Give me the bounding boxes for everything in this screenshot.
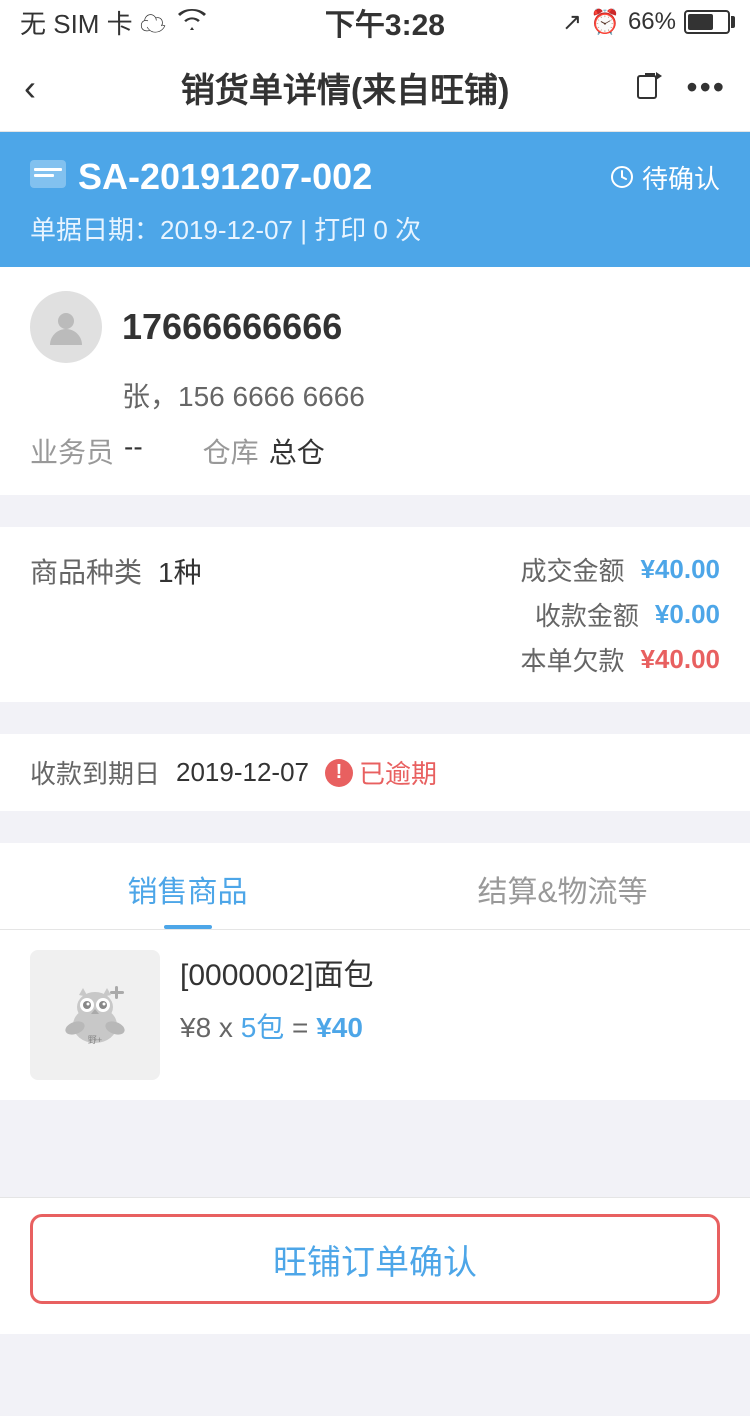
wifi-icon: [176, 7, 208, 38]
product-types-value: 1种: [158, 551, 202, 591]
svg-text:野+: 野+: [88, 1035, 102, 1045]
overdue-text: 已逾期: [359, 754, 437, 791]
product-total: ¥40: [316, 1012, 363, 1043]
customer-meta: 业务员 -- 仓库 总仓: [30, 431, 720, 471]
customer-card: 17666666666 张，156 6666 6666 业务员 -- 仓库 总仓: [0, 267, 750, 495]
battery-icon: [684, 10, 730, 34]
balance-due-label: 本单欠款: [520, 641, 624, 678]
overdue-badge: ! 已逾期: [325, 754, 437, 791]
order-header: SA-20191207-002 待确认 单据日期：2019-12-07 | 打印…: [0, 132, 750, 267]
separator-3: [0, 827, 750, 843]
bottom-bar: 旺铺订单确认: [0, 1197, 750, 1334]
summary-card: 商品种类 1种 成交金额 ¥40.00 收款金额 ¥0.00 本单欠款 ¥40.…: [0, 527, 750, 702]
equals: =: [284, 1012, 316, 1043]
order-icon: [30, 158, 66, 197]
nav-bar: ‹ 销货单详情(来自旺铺) •••: [0, 44, 750, 132]
sales-rep-value: --: [124, 431, 143, 471]
due-date-card: 收款到期日 2019-12-07 ! 已逾期: [0, 734, 750, 811]
product-list: 野+ [0000002]面包 ¥8 x 5包 = ¥40: [0, 930, 750, 1100]
product-thumbnail: 野+: [30, 950, 160, 1080]
more-icon[interactable]: •••: [686, 69, 726, 106]
page-title: 销货单详情(来自旺铺): [56, 63, 634, 112]
back-button[interactable]: ‹: [24, 67, 36, 109]
due-date-label: 收款到期日: [30, 754, 160, 791]
battery-percent: 66%: [628, 8, 676, 36]
status-bar: 无 SIM 卡 ☁ 下午3:28 ↗ ⏰ 66%: [0, 0, 750, 44]
product-name: [0000002]面包: [180, 950, 720, 994]
payment-amount-value: ¥0.00: [655, 599, 720, 630]
status-left: 无 SIM 卡 ☁: [20, 4, 208, 41]
order-id: SA-20191207-002: [30, 156, 372, 198]
tab-settlement[interactable]: 结算&物流等: [375, 843, 750, 929]
nav-actions: •••: [634, 68, 726, 107]
status-time: 下午3:28: [325, 0, 445, 44]
warehouse-value: 总仓: [269, 431, 325, 471]
separator-2: [0, 718, 750, 734]
customer-name: 张，156 6666 6666: [122, 375, 720, 415]
tabs: 销售商品 结算&物流等: [0, 843, 750, 930]
warehouse-label: 仓库: [203, 431, 259, 471]
sales-rep-label: 业务员: [30, 431, 114, 471]
tab-underline: [164, 925, 212, 929]
balance-due-value: ¥40.00: [640, 644, 720, 675]
transaction-amount-value: ¥40.00: [640, 554, 720, 585]
location-icon: ↗: [562, 8, 582, 37]
payment-amount-label: 收款金额: [535, 596, 639, 633]
confirm-order-button[interactable]: 旺铺订单确认: [30, 1214, 720, 1304]
product-qty: 5包: [241, 1012, 285, 1043]
customer-phone: 17666666666: [122, 306, 342, 348]
separator-1: [0, 511, 750, 527]
order-status: 待确认: [610, 159, 720, 196]
tab-sales-products[interactable]: 销售商品: [0, 843, 375, 929]
product-item: 野+ [0000002]面包 ¥8 x 5包 = ¥40: [30, 950, 720, 1080]
product-info: [0000002]面包 ¥8 x 5包 = ¥40: [180, 950, 720, 1046]
order-date: 单据日期：2019-12-07 | 打印 0 次: [30, 210, 720, 247]
status-right: ↗ ⏰ 66%: [562, 8, 730, 37]
transaction-amount-label: 成交金额: [520, 551, 624, 588]
price-prefix: ¥8 x: [180, 1012, 241, 1043]
share-icon[interactable]: [634, 68, 666, 107]
alarm-icon: ⏰: [590, 8, 620, 37]
overdue-icon: !: [325, 759, 353, 787]
due-date-value: 2019-12-07: [176, 757, 309, 788]
product-types-label: 商品种类: [30, 551, 142, 591]
avatar: [30, 291, 102, 363]
sim-label: 无 SIM 卡 ☁: [20, 4, 166, 41]
product-price: ¥8 x 5包 = ¥40: [180, 1006, 720, 1046]
